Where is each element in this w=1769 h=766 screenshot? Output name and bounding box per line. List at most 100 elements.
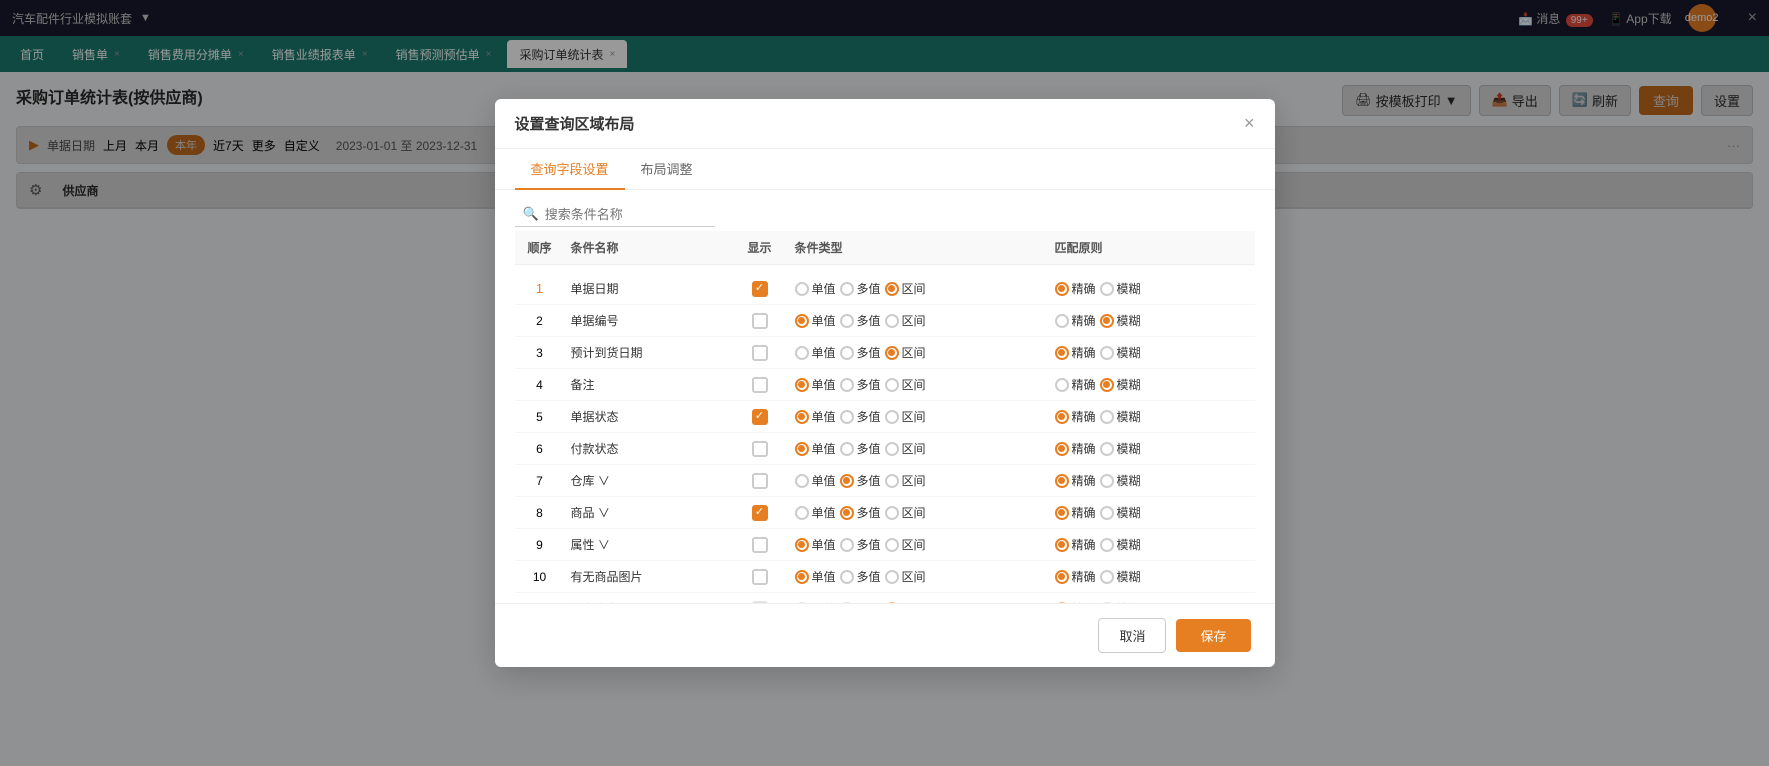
radio-btn[interactable] [795, 602, 809, 604]
match-option[interactable]: 模糊 [1100, 376, 1141, 393]
match-option[interactable]: 精确 [1055, 440, 1096, 457]
match-option[interactable]: 模糊 [1100, 568, 1141, 585]
match-option[interactable]: 模糊 [1100, 440, 1141, 457]
type-option[interactable]: 多值 [840, 536, 881, 553]
radio-btn[interactable] [885, 474, 899, 488]
row-display[interactable] [725, 441, 795, 457]
match-option[interactable]: 精确 [1055, 280, 1096, 297]
radio-btn[interactable] [795, 474, 809, 488]
row-display[interactable] [725, 313, 795, 329]
type-option[interactable]: 区间 [885, 504, 926, 521]
radio-btn[interactable] [885, 570, 899, 584]
save-btn[interactable]: 保存 [1176, 619, 1250, 652]
type-option[interactable]: 单值 [795, 312, 836, 329]
type-option[interactable]: 多值 [840, 568, 881, 585]
radio-btn[interactable] [885, 378, 899, 392]
radio-btn[interactable] [1055, 282, 1069, 296]
row-display[interactable] [725, 569, 795, 585]
match-option[interactable]: 精确 [1055, 536, 1096, 553]
radio-btn[interactable] [1100, 570, 1114, 584]
display-checkbox[interactable] [752, 409, 768, 425]
match-option[interactable]: 模糊 [1100, 408, 1141, 425]
radio-btn[interactable] [885, 602, 899, 604]
match-option[interactable]: 精确 [1055, 312, 1096, 329]
row-display[interactable] [725, 409, 795, 425]
match-option[interactable]: 精确 [1055, 504, 1096, 521]
type-option[interactable]: 区间 [885, 408, 926, 425]
type-option[interactable]: 多值 [840, 504, 881, 521]
radio-btn[interactable] [840, 442, 854, 456]
match-option[interactable]: 精确 [1055, 600, 1096, 603]
radio-btn[interactable] [840, 282, 854, 296]
type-option[interactable]: 多值 [840, 408, 881, 425]
radio-btn[interactable] [795, 410, 809, 424]
radio-btn[interactable] [885, 538, 899, 552]
radio-btn[interactable] [1055, 314, 1069, 328]
radio-btn[interactable] [795, 378, 809, 392]
radio-btn[interactable] [840, 506, 854, 520]
type-option[interactable]: 多值 [840, 280, 881, 297]
row-display[interactable] [725, 601, 795, 604]
radio-btn[interactable] [1100, 378, 1114, 392]
radio-btn[interactable] [840, 314, 854, 328]
display-checkbox[interactable] [752, 537, 768, 553]
display-checkbox[interactable] [752, 313, 768, 329]
match-option[interactable]: 精确 [1055, 568, 1096, 585]
radio-btn[interactable] [795, 314, 809, 328]
display-checkbox[interactable] [752, 377, 768, 393]
radio-btn[interactable] [795, 346, 809, 360]
radio-btn[interactable] [1055, 346, 1069, 360]
radio-btn[interactable] [1055, 474, 1069, 488]
dialog-close-btn[interactable]: × [1244, 113, 1255, 134]
match-option[interactable]: 模糊 [1100, 504, 1141, 521]
radio-btn[interactable] [840, 346, 854, 360]
radio-btn[interactable] [795, 506, 809, 520]
match-option[interactable]: 模糊 [1100, 472, 1141, 489]
type-option[interactable]: 单值 [795, 344, 836, 361]
radio-btn[interactable] [1100, 538, 1114, 552]
row-display[interactable] [725, 345, 795, 361]
type-option[interactable]: 单值 [795, 376, 836, 393]
type-option[interactable]: 单值 [795, 280, 836, 297]
match-option[interactable]: 精确 [1055, 376, 1096, 393]
type-option[interactable]: 区间 [885, 472, 926, 489]
type-option[interactable]: 区间 [885, 536, 926, 553]
row-display[interactable] [725, 473, 795, 489]
radio-btn[interactable] [1055, 570, 1069, 584]
type-option[interactable]: 单值 [795, 504, 836, 521]
radio-btn[interactable] [1055, 602, 1069, 604]
type-option[interactable]: 多值 [840, 472, 881, 489]
radio-btn[interactable] [840, 410, 854, 424]
type-option[interactable]: 单值 [795, 600, 836, 603]
dialog-tab-layout[interactable]: 布局调整 [625, 149, 709, 190]
radio-btn[interactable] [840, 570, 854, 584]
display-checkbox[interactable] [752, 505, 768, 521]
radio-btn[interactable] [795, 570, 809, 584]
dialog-tab-query[interactable]: 查询字段设置 [515, 149, 625, 190]
type-option[interactable]: 单值 [795, 536, 836, 553]
type-option[interactable]: 多值 [840, 440, 881, 457]
radio-btn[interactable] [1055, 538, 1069, 552]
radio-btn[interactable] [1100, 346, 1114, 360]
radio-btn[interactable] [1055, 410, 1069, 424]
row-display[interactable] [725, 377, 795, 393]
radio-btn[interactable] [795, 538, 809, 552]
search-input[interactable] [545, 207, 685, 222]
type-option[interactable]: 单值 [795, 472, 836, 489]
display-checkbox[interactable] [752, 345, 768, 361]
match-option[interactable]: 模糊 [1100, 600, 1141, 603]
match-option[interactable]: 精确 [1055, 344, 1096, 361]
radio-btn[interactable] [1055, 506, 1069, 520]
radio-btn[interactable] [885, 410, 899, 424]
type-option[interactable]: 区间 [885, 280, 926, 297]
type-option[interactable]: 单值 [795, 408, 836, 425]
type-option[interactable]: 多值 [840, 312, 881, 329]
cancel-btn[interactable]: 取消 [1098, 618, 1166, 653]
radio-btn[interactable] [795, 282, 809, 296]
display-checkbox[interactable] [752, 569, 768, 585]
radio-btn[interactable] [840, 378, 854, 392]
row-display[interactable] [725, 281, 795, 297]
type-option[interactable]: 区间 [885, 568, 926, 585]
display-checkbox[interactable] [752, 281, 768, 297]
radio-btn[interactable] [1055, 442, 1069, 456]
